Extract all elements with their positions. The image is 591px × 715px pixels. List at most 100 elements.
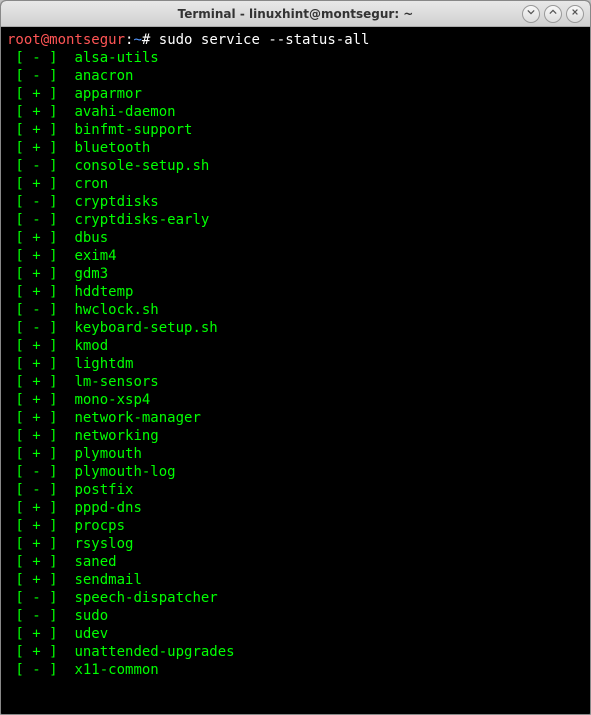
service-name: mono-xsp4 — [74, 392, 150, 408]
maximize-button[interactable] — [544, 5, 562, 23]
prompt-sep2: # — [142, 32, 150, 48]
service-name: exim4 — [74, 248, 116, 264]
service-name: avahi-daemon — [74, 104, 175, 120]
service-row: [ + ] pppd-dns — [7, 499, 584, 517]
service-status: [ + ] — [7, 338, 74, 354]
service-name: networking — [74, 428, 158, 444]
service-row: [ - ] speech-dispatcher — [7, 589, 584, 607]
service-status: [ + ] — [7, 536, 74, 552]
service-row: [ - ] alsa-utils — [7, 49, 584, 67]
service-row: [ + ] exim4 — [7, 247, 584, 265]
service-row: [ + ] rsyslog — [7, 535, 584, 553]
service-row: [ + ] saned — [7, 553, 584, 571]
service-name: procps — [74, 518, 125, 534]
service-name: sudo — [74, 608, 108, 624]
service-status: [ + ] — [7, 572, 74, 588]
service-list: [ - ] alsa-utils [ - ] anacron [ + ] app… — [7, 49, 584, 679]
service-row: [ - ] plymouth-log — [7, 463, 584, 481]
service-status: [ - ] — [7, 590, 74, 606]
service-status: [ - ] — [7, 482, 74, 498]
chevron-up-icon — [549, 8, 557, 19]
prompt-user: root@montsegur — [7, 32, 125, 48]
service-name: sendmail — [74, 572, 141, 588]
service-name: hddtemp — [74, 284, 133, 300]
service-status: [ - ] — [7, 158, 74, 174]
service-status: [ + ] — [7, 122, 74, 138]
service-status: [ - ] — [7, 68, 74, 84]
service-status: [ + ] — [7, 356, 74, 372]
titlebar: Terminal - linuxhint@montsegur: ~ — [1, 1, 590, 27]
service-status: [ - ] — [7, 320, 74, 336]
service-name: rsyslog — [74, 536, 133, 552]
service-status: [ + ] — [7, 176, 74, 192]
service-status: [ - ] — [7, 212, 74, 228]
service-row: [ - ] hwclock.sh — [7, 301, 584, 319]
service-name: lm-sensors — [74, 374, 158, 390]
service-name: apparmor — [74, 86, 141, 102]
close-icon — [571, 8, 579, 19]
service-status: [ + ] — [7, 104, 74, 120]
service-name: unattended-upgrades — [74, 644, 234, 660]
service-status: [ + ] — [7, 248, 74, 264]
service-status: [ + ] — [7, 230, 74, 246]
service-status: [ - ] — [7, 302, 74, 318]
window-title: Terminal - linuxhint@montsegur: ~ — [7, 7, 584, 21]
service-row: [ + ] kmod — [7, 337, 584, 355]
service-row: [ - ] cryptdisks-early — [7, 211, 584, 229]
service-name: console-setup.sh — [74, 158, 209, 174]
service-status: [ + ] — [7, 554, 74, 570]
minimize-button[interactable] — [522, 5, 540, 23]
service-name: hwclock.sh — [74, 302, 158, 318]
service-row: [ - ] cryptdisks — [7, 193, 584, 211]
service-name: cryptdisks-early — [74, 212, 209, 228]
service-row: [ + ] sendmail — [7, 571, 584, 589]
service-row: [ + ] gdm3 — [7, 265, 584, 283]
service-row: [ + ] networking — [7, 427, 584, 445]
service-row: [ + ] avahi-daemon — [7, 103, 584, 121]
service-row: [ + ] hddtemp — [7, 283, 584, 301]
service-name: kmod — [74, 338, 108, 354]
service-status: [ + ] — [7, 500, 74, 516]
service-row: [ + ] plymouth — [7, 445, 584, 463]
service-row: [ - ] keyboard-setup.sh — [7, 319, 584, 337]
service-name: bluetooth — [74, 140, 150, 156]
service-row: [ - ] sudo — [7, 607, 584, 625]
service-row: [ - ] x11-common — [7, 661, 584, 679]
service-name: gdm3 — [74, 266, 108, 282]
service-row: [ - ] console-setup.sh — [7, 157, 584, 175]
service-status: [ + ] — [7, 518, 74, 534]
service-row: [ + ] udev — [7, 625, 584, 643]
service-name: udev — [74, 626, 108, 642]
terminal-content[interactable]: root@montsegur:~# sudo service --status-… — [1, 27, 590, 714]
service-status: [ + ] — [7, 446, 74, 462]
service-row: [ + ] cron — [7, 175, 584, 193]
service-name: pppd-dns — [74, 500, 141, 516]
service-status: [ - ] — [7, 464, 74, 480]
service-status: [ + ] — [7, 140, 74, 156]
service-name: anacron — [74, 68, 133, 84]
service-name: plymouth-log — [74, 464, 175, 480]
service-name: network-manager — [74, 410, 200, 426]
service-row: [ + ] network-manager — [7, 409, 584, 427]
service-name: speech-dispatcher — [74, 590, 217, 606]
service-row: [ + ] apparmor — [7, 85, 584, 103]
service-row: [ - ] postfix — [7, 481, 584, 499]
service-status: [ + ] — [7, 410, 74, 426]
service-row: [ + ] mono-xsp4 — [7, 391, 584, 409]
service-name: keyboard-setup.sh — [74, 320, 217, 336]
service-name: plymouth — [74, 446, 141, 462]
service-status: [ - ] — [7, 608, 74, 624]
close-button[interactable] — [566, 5, 584, 23]
service-row: [ + ] bluetooth — [7, 139, 584, 157]
service-status: [ + ] — [7, 86, 74, 102]
service-row: [ + ] unattended-upgrades — [7, 643, 584, 661]
titlebar-buttons — [522, 5, 584, 23]
terminal-window: Terminal - linuxhint@montsegur: ~ root@m… — [0, 0, 591, 715]
service-name: postfix — [74, 482, 133, 498]
service-row: [ + ] dbus — [7, 229, 584, 247]
prompt-path: ~ — [133, 32, 141, 48]
service-name: saned — [74, 554, 116, 570]
service-name: binfmt-support — [74, 122, 192, 138]
chevron-down-icon — [527, 8, 535, 19]
service-status: [ + ] — [7, 626, 74, 642]
